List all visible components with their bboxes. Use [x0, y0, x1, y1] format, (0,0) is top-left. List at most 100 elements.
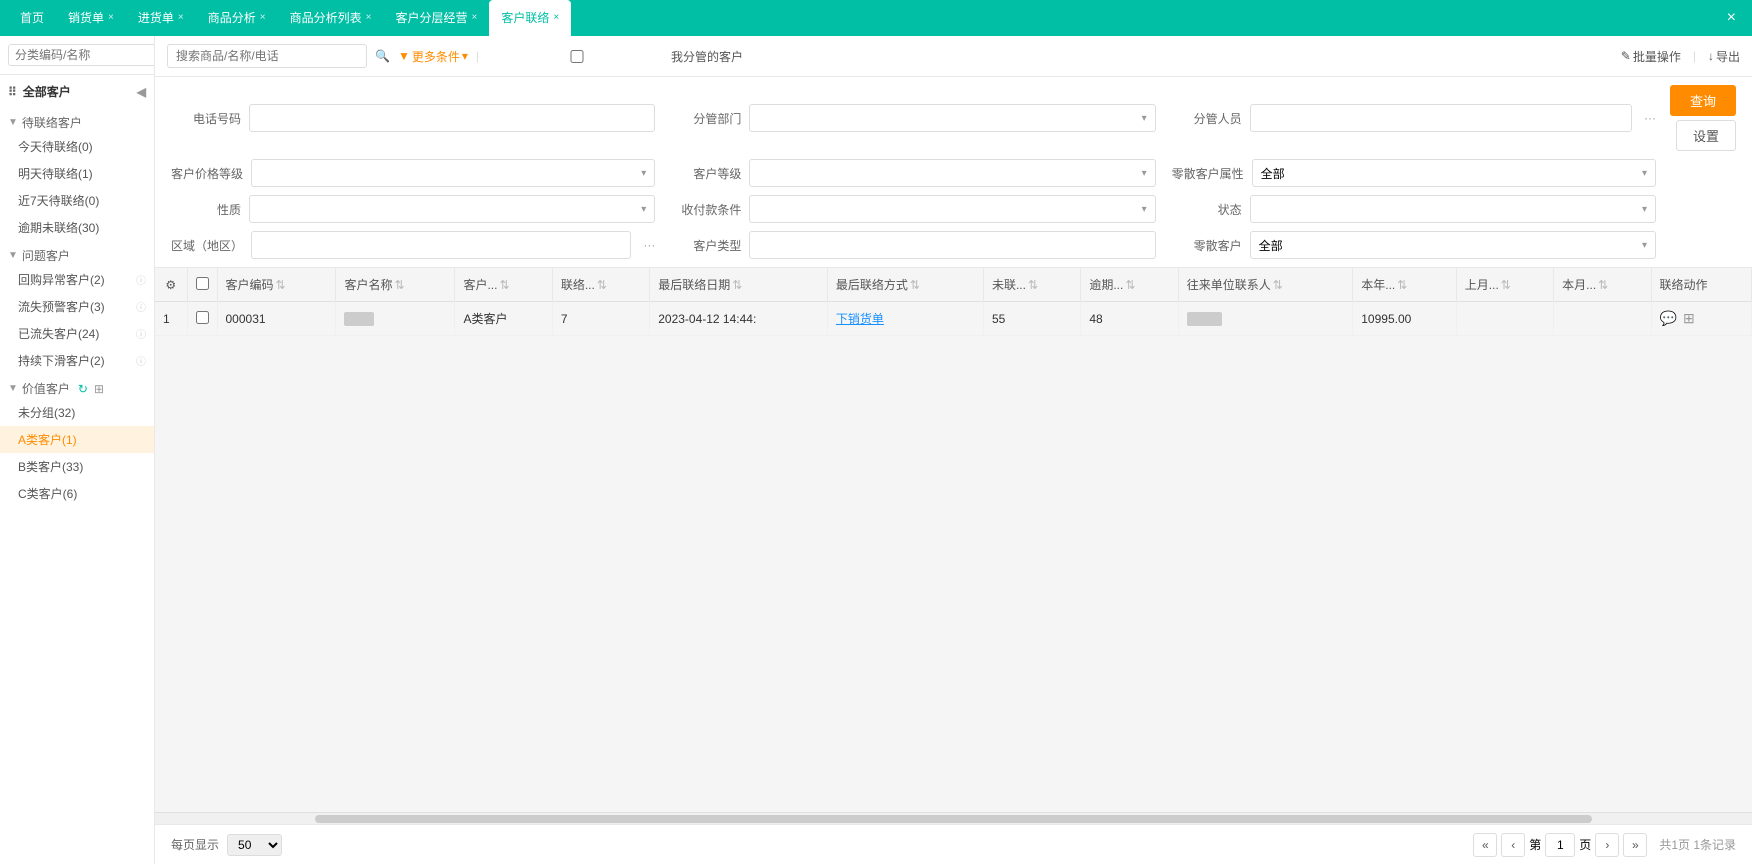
price-grade-select[interactable]: ▾ — [251, 159, 655, 187]
nav-sales-close[interactable]: × — [108, 0, 114, 36]
grade-select[interactable]: ▾ — [749, 159, 1155, 187]
col-last-method[interactable]: 最后联络方式 ⇅ — [827, 268, 983, 302]
retail-attr-select[interactable]: 全部 ▾ — [1252, 159, 1656, 187]
sidebar-item-class-b[interactable]: B类客户(33) — [0, 453, 154, 480]
search-icon[interactable]: 🔍 — [375, 49, 390, 63]
row-checkbox-cell[interactable] — [187, 302, 217, 336]
nature-select[interactable]: ▾ — [249, 195, 655, 223]
next-page-btn[interactable]: › — [1595, 833, 1619, 857]
sidebar-item-abnormal[interactable]: 回购异常客户(2) ⓘ — [0, 266, 154, 293]
search-input[interactable] — [167, 44, 367, 68]
contact-sort-icon: ⇅ — [597, 278, 607, 292]
sidebar-item-class-c[interactable]: C类客户(6) — [0, 480, 154, 507]
first-page-btn[interactable]: « — [1473, 833, 1497, 857]
sidebar-all-customers-header[interactable]: ⠿ 全部客户 ◀ — [0, 75, 154, 108]
grade-chevron-icon: ▾ — [1142, 168, 1147, 179]
horizontal-scrollbar[interactable] — [155, 812, 1752, 824]
nav-home[interactable]: 首页 — [8, 0, 56, 36]
nav-purchase[interactable]: 进货单 × — [126, 0, 196, 36]
select-all-checkbox[interactable] — [196, 277, 209, 290]
problem-triangle-icon: ▼ — [8, 250, 18, 261]
sidebar-item-unclassified[interactable]: 未分组(32) — [0, 399, 154, 426]
chat-action-icon[interactable]: 💬 — [1660, 310, 1677, 327]
sidebar-value-group[interactable]: ▼ 价值客户 ↻ ⊞ — [0, 374, 154, 399]
window-close-button[interactable]: × — [1719, 9, 1744, 27]
my-customer-checkbox-label[interactable]: 我分管的客户 — [487, 48, 743, 65]
query-button[interactable]: 查询 — [1670, 85, 1736, 116]
nav-product-analysis[interactable]: 商品分析 × — [196, 0, 278, 36]
row-checkbox[interactable] — [196, 311, 209, 324]
price-grade-label: 客户价格等级 — [171, 165, 243, 182]
nav-purchase-close[interactable]: × — [178, 0, 184, 36]
sidebar-pending-group[interactable]: ▼ 待联络客户 — [0, 108, 154, 133]
nav-product-list[interactable]: 商品分析列表 × — [278, 0, 384, 36]
phone-input[interactable] — [249, 104, 655, 132]
col-this-month[interactable]: 本月... ⇅ — [1554, 268, 1651, 302]
nav-customer-contact[interactable]: 客户联络 × — [489, 0, 571, 36]
person-more-icon[interactable]: ··· — [1644, 111, 1656, 125]
name-sort-icon: ⇅ — [395, 278, 405, 292]
filter-cell-region: 区域（地区） ··· — [171, 231, 655, 259]
region-more-icon[interactable]: ··· — [643, 238, 655, 252]
value-refresh-icon[interactable]: ↻ — [78, 382, 88, 396]
declining-info-icon: ⓘ — [136, 353, 146, 368]
prev-page-btn[interactable]: ‹ — [1501, 833, 1525, 857]
person-input[interactable] — [1250, 104, 1632, 132]
sidebar-item-overdue[interactable]: 逾期未联络(30) — [0, 214, 154, 241]
col-last-date[interactable]: 最后联络日期 ⇅ — [650, 268, 828, 302]
col-type[interactable]: 客户... ⇅ — [455, 268, 552, 302]
sidebar-item-warning[interactable]: 流失预警客户(3) ⓘ — [0, 293, 154, 320]
settings-button[interactable]: 设置 — [1676, 120, 1736, 151]
col-settings[interactable]: ⚙ — [155, 268, 187, 302]
retail-label: 零散客户 — [1172, 237, 1242, 254]
this-year-sort-icon: ⇅ — [1397, 278, 1407, 292]
col-uncontacted[interactable]: 未联... ⇅ — [983, 268, 1080, 302]
col-last-month[interactable]: 上月... ⇅ — [1456, 268, 1553, 302]
value-settings-icon[interactable]: ⊞ — [94, 382, 104, 396]
page-size-select[interactable]: 50 100 — [227, 834, 282, 856]
last-page-btn[interactable]: » — [1623, 833, 1647, 857]
nature-label: 性质 — [171, 201, 241, 218]
grid-action-icon[interactable]: ⊞ — [1683, 310, 1695, 327]
sidebar-item-class-a[interactable]: A类客户(1) — [0, 426, 154, 453]
nav-customer-segment[interactable]: 客户分层经营 × — [383, 0, 489, 36]
nav-segment-close[interactable]: × — [471, 0, 477, 36]
col-checkbox[interactable] — [187, 268, 217, 302]
sidebar-item-7days[interactable]: 近7天待联络(0) — [0, 187, 154, 214]
sidebar-item-today[interactable]: 今天待联络(0) — [0, 133, 154, 160]
export-btn[interactable]: ↓ 导出 — [1708, 48, 1740, 65]
col-this-year[interactable]: 本年... ⇅ — [1353, 268, 1457, 302]
status-select[interactable]: ▾ — [1250, 195, 1656, 223]
sidebar-search-input[interactable] — [8, 44, 155, 66]
col-overdue[interactable]: 逾期... ⇅ — [1081, 268, 1178, 302]
sidebar-collapse-btn[interactable]: ◀ — [137, 85, 146, 99]
col-history-contact[interactable]: 往来单位联系人 ⇅ — [1178, 268, 1353, 302]
sidebar-item-lost[interactable]: 已流失客户(24) ⓘ — [0, 320, 154, 347]
gear-icon[interactable]: ⚙ — [165, 278, 176, 292]
dept-select[interactable]: ▾ — [749, 104, 1155, 132]
nav-product-analysis-close[interactable]: × — [260, 0, 266, 36]
more-filter-btn[interactable]: ▼ 更多条件 ▾ — [398, 48, 468, 65]
retail-select[interactable]: 全部 ▾ — [1250, 231, 1656, 259]
grade-label: 客户等级 — [671, 165, 741, 182]
col-name[interactable]: 客户名称 ⇅ — [336, 268, 455, 302]
region-input[interactable] — [251, 231, 631, 259]
pay-select[interactable]: ▾ — [749, 195, 1155, 223]
type-input[interactable] — [749, 231, 1155, 259]
page-input[interactable] — [1545, 833, 1575, 857]
page-label: 第 — [1529, 836, 1541, 853]
sidebar-item-tomorrow[interactable]: 明天待联络(1) — [0, 160, 154, 187]
sidebar-problem-group[interactable]: ▼ 问题客户 — [0, 241, 154, 266]
filter-cell-status: 状态 ▾ — [1172, 195, 1656, 223]
nav-contact-close[interactable]: × — [553, 0, 559, 36]
retail-chevron-icon: ▾ — [1642, 240, 1647, 251]
table-scroll-container: ⚙ 客户编码 ⇅ 客户名称 — [155, 268, 1752, 812]
col-contact[interactable]: 联络... ⇅ — [552, 268, 649, 302]
col-code[interactable]: 客户编码 ⇅ — [217, 268, 336, 302]
nav-sales[interactable]: 销货单 × — [56, 0, 126, 36]
sidebar-item-declining[interactable]: 持续下滑客户(2) ⓘ — [0, 347, 154, 374]
nav-product-list-close[interactable]: × — [366, 0, 372, 36]
last-method-link[interactable]: 下销货单 — [836, 312, 884, 326]
batch-op-btn[interactable]: ✎ 批量操作 — [1621, 48, 1681, 65]
my-customer-checkbox[interactable] — [487, 50, 667, 63]
